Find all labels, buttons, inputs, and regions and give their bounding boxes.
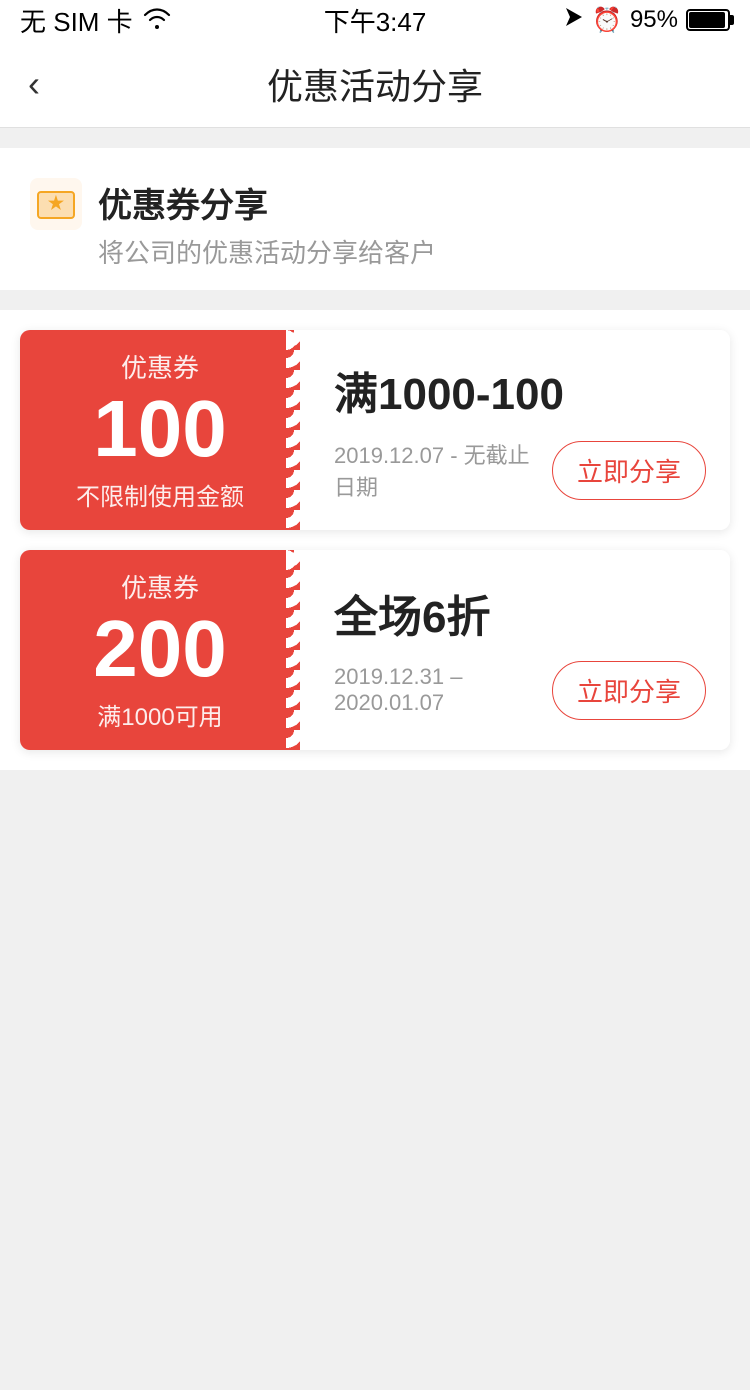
coupon-meta-1: 2019.12.07 - 无截止日期 立即分享	[334, 438, 706, 502]
coupon-name-2: 全场6折	[334, 581, 706, 645]
coupon-left-1: 优惠券 100 不限制使用金额	[20, 330, 300, 530]
page-title: 优惠活动分享	[267, 58, 483, 110]
page-background	[0, 790, 750, 1390]
section-subtitle: 将公司的优惠活动分享给客户	[98, 233, 436, 270]
alarm-icon: ⏰	[592, 6, 622, 35]
status-bar: 无 SIM 卡 下午3:47 ⏰ 95%	[0, 0, 750, 40]
coupon-date-1: 2019.12.07 - 无截止日期	[334, 438, 542, 502]
coupons-container: 优惠券 100 不限制使用金额 满1000-100 2019.12.07 - 无…	[0, 310, 750, 770]
coupon-right-2: 全场6折 2019.12.31 – 2020.01.07 立即分享	[300, 550, 730, 750]
coupon-amount-1: 100	[93, 389, 226, 469]
nav-bar: ‹ 优惠活动分享	[0, 40, 750, 128]
coupon-name-1: 满1000-100	[334, 358, 706, 422]
coupon-condition-1: 不限制使用金额	[76, 477, 244, 512]
status-right: ⏰ 95%	[564, 6, 730, 35]
battery-percent: 95%	[630, 6, 678, 34]
coupon-amount-2: 200	[93, 609, 226, 689]
coupon-date-2: 2019.12.31 – 2020.01.07	[334, 664, 542, 716]
coupon-condition-2: 满1000可用	[97, 697, 222, 732]
battery-icon	[686, 9, 730, 31]
coupon-left-2: 优惠券 200 满1000可用	[20, 550, 300, 750]
section-text: 优惠券分享 将公司的优惠活动分享给客户	[98, 178, 436, 270]
status-left: 无 SIM 卡	[20, 2, 171, 39]
back-button[interactable]: ‹	[28, 66, 40, 102]
coupon-meta-2: 2019.12.31 – 2020.01.07 立即分享	[334, 661, 706, 720]
carrier-text: 无 SIM 卡	[20, 2, 133, 39]
share-button-1[interactable]: 立即分享	[552, 441, 706, 500]
section-title: 优惠券分享	[98, 178, 436, 227]
coupon-share-icon: ★	[30, 178, 82, 230]
svg-text:★: ★	[48, 193, 65, 213]
coupon-label-1: 优惠券	[121, 348, 199, 385]
coupon-card-2: 优惠券 200 满1000可用 全场6折 2019.12.31 – 2020.0…	[20, 550, 730, 750]
coupon-right-1: 满1000-100 2019.12.07 - 无截止日期 立即分享	[300, 330, 730, 530]
share-button-2[interactable]: 立即分享	[552, 661, 706, 720]
section-header: ★ 优惠券分享 将公司的优惠活动分享给客户	[0, 148, 750, 290]
wifi-icon	[143, 5, 171, 36]
location-icon	[564, 6, 584, 35]
coupon-card-1: 优惠券 100 不限制使用金额 满1000-100 2019.12.07 - 无…	[20, 330, 730, 530]
status-time: 下午3:47	[324, 2, 427, 39]
coupon-label-2: 优惠券	[121, 568, 199, 605]
